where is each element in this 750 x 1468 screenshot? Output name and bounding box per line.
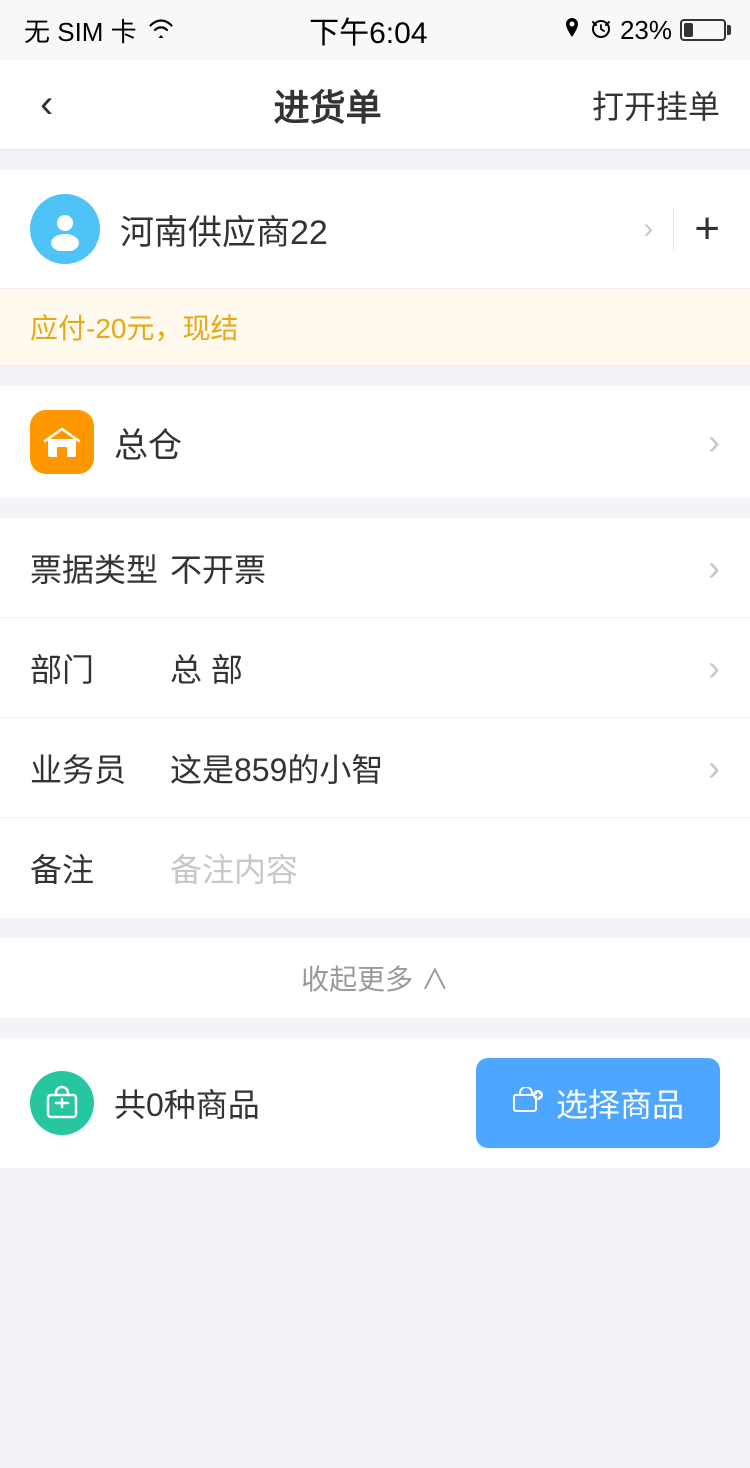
warehouse-name: 总仓 xyxy=(114,418,708,467)
collapse-label: 收起更多 ∧ xyxy=(301,958,449,998)
invoice-type-row[interactable]: 票据类型 不开票 xyxy=(0,518,750,618)
remark-row[interactable]: 备注 备注内容 xyxy=(0,818,750,918)
status-bar: 无 SIM 卡 下午6:04 23% xyxy=(0,0,750,60)
department-chevron-icon xyxy=(708,647,720,689)
notice-bar: 应付-20元，现结 xyxy=(0,289,750,366)
page-title: 进货单 xyxy=(274,79,382,131)
invoice-type-label: 票据类型 xyxy=(30,545,170,591)
supplier-avatar xyxy=(30,194,100,264)
product-count-icon xyxy=(30,1071,94,1135)
salesperson-row[interactable]: 业务员 这是859的小智 xyxy=(0,718,750,818)
wifi-icon xyxy=(147,15,175,46)
invoice-type-value: 不开票 xyxy=(170,545,708,591)
invoice-type-chevron-icon xyxy=(708,547,720,589)
status-left: 无 SIM 卡 xyxy=(24,12,175,49)
remark-label: 备注 xyxy=(30,845,170,891)
salesperson-value: 这是859的小智 xyxy=(170,745,708,791)
notice-text: 应付-20元，现结 xyxy=(30,313,238,344)
section-divider-1 xyxy=(0,150,750,170)
status-time: 下午6:04 xyxy=(309,8,427,52)
section-divider-2 xyxy=(0,366,750,386)
warehouse-chevron-icon xyxy=(708,421,720,463)
form-section: 票据类型 不开票 部门 总 部 业务员 这是859的小智 备注 备注内容 xyxy=(0,518,750,918)
warehouse-icon xyxy=(30,410,94,474)
salesperson-label: 业务员 xyxy=(30,745,170,791)
supplier-row[interactable]: 河南供应商22 › + xyxy=(0,170,750,289)
select-product-label: 选择商品 xyxy=(556,1080,684,1126)
salesperson-chevron-icon xyxy=(708,747,720,789)
alarm-icon xyxy=(590,15,612,46)
status-right: 23% xyxy=(562,15,726,46)
open-pending-button[interactable]: 打开挂单 xyxy=(592,82,720,128)
nav-bar: ‹ 进货单 打开挂单 xyxy=(0,60,750,150)
department-row[interactable]: 部门 总 部 xyxy=(0,618,750,718)
supplier-vertical-divider xyxy=(673,207,674,251)
supplier-chevron-icon: › xyxy=(643,212,653,246)
add-button[interactable]: + xyxy=(694,204,720,254)
product-count-text: 共0种商品 xyxy=(114,1080,476,1126)
cart-icon xyxy=(512,1087,544,1119)
remark-value: 备注内容 xyxy=(170,845,720,891)
warehouse-section: 总仓 xyxy=(0,386,750,498)
collapse-toggle[interactable]: 收起更多 ∧ xyxy=(0,938,750,1018)
back-button[interactable]: ‹ xyxy=(30,72,63,137)
carrier-label: 无 SIM 卡 xyxy=(24,12,137,49)
gray-bottom-area xyxy=(0,1168,750,1468)
battery-icon xyxy=(680,19,726,41)
supplier-name: 河南供应商22 xyxy=(120,205,643,254)
battery-percent: 23% xyxy=(620,15,672,46)
supplier-section: 河南供应商22 › + 应付-20元，现结 xyxy=(0,170,750,366)
department-label: 部门 xyxy=(30,645,170,691)
warehouse-row[interactable]: 总仓 xyxy=(0,386,750,498)
location-icon xyxy=(562,15,582,46)
select-product-button[interactable]: 选择商品 xyxy=(476,1058,720,1148)
department-value: 总 部 xyxy=(170,645,708,691)
bottom-bar: 共0种商品 选择商品 xyxy=(0,1038,750,1168)
